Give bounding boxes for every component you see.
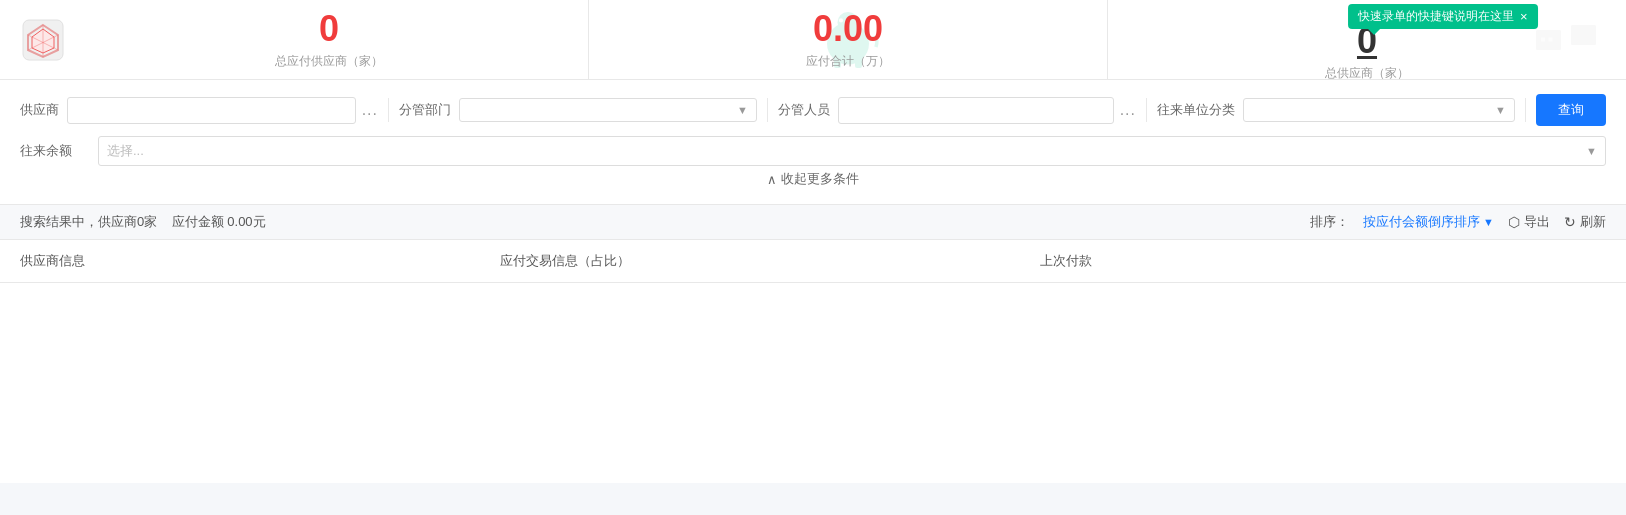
col-header-supplier: 供应商信息 [20, 252, 500, 270]
divider-4 [1525, 98, 1526, 122]
result-text: 搜索结果中，供应商0家 [20, 214, 157, 229]
payable-total-label: 应付合计（万） [806, 53, 890, 70]
top-stats-bar: 0 总应付供应商（家） 0.00 应付合计（万） 快速录单的快捷键说明在这里 × [0, 0, 1626, 80]
supplier-input[interactable] [67, 97, 356, 124]
dept-select[interactable]: ▼ [459, 98, 757, 122]
balance-chevron-icon: ▼ [1586, 145, 1597, 157]
dept-chevron-icon: ▼ [737, 104, 748, 116]
balance-label: 往来余额 [20, 142, 90, 160]
col-header-lastpay: 上次付款 [1040, 252, 1606, 270]
sort-label: 排序： [1310, 213, 1349, 231]
search-row-1: 供应商 ... 分管部门 ▼ 分管人员 ... 往来单位分类 ▼ [20, 94, 1606, 126]
collapse-row: ∧ 收起更多条件 [20, 166, 1606, 198]
payable-total-number: 0.00 [806, 9, 890, 49]
payable-suppliers-number: 0 [275, 9, 383, 49]
supplier-more-btn[interactable]: ... [362, 101, 378, 119]
divider-1 [388, 98, 389, 122]
tooltip-dot [1367, 0, 1375, 1]
search-row-2: 往来余额 选择... ▼ [20, 136, 1606, 166]
sort-value: 按应付会额倒序排序 [1363, 213, 1480, 231]
tooltip-bubble: 快速录单的快捷键说明在这里 × [1348, 4, 1538, 29]
total-suppliers-label: 总供应商（家） [1325, 65, 1409, 82]
collapse-label: 收起更多条件 [781, 170, 859, 188]
search-area: 供应商 ... 分管部门 ▼ 分管人员 ... 往来单位分类 ▼ [0, 80, 1626, 205]
balance-placeholder: 选择... [107, 142, 144, 160]
balance-select[interactable]: 选择... ▼ [98, 136, 1606, 166]
stat-total-suppliers: 快速录单的快捷键说明在这里 × 0 总供应商（家） [1108, 0, 1626, 79]
supplier-field: 供应商 ... [20, 97, 378, 124]
col-header-transaction: 应付交易信息（占比） [500, 252, 1040, 270]
result-info: 搜索结果中，供应商0家 应付金额 0.00元 [20, 213, 266, 231]
divider-3 [1146, 98, 1147, 122]
sort-chevron-icon: ▼ [1483, 216, 1494, 228]
collapse-chevron-up-icon: ∧ [767, 172, 777, 187]
tooltip-text: 快速录单的快捷键说明在这里 [1358, 8, 1514, 25]
data-table: 供应商信息 应付交易信息（占比） 上次付款 [0, 240, 1626, 483]
export-label: 导出 [1524, 213, 1550, 231]
sort-select[interactable]: 按应付会额倒序排序 ▼ [1363, 213, 1494, 231]
export-button[interactable]: ⬡ 导出 [1508, 213, 1550, 231]
suppliers-icon [1536, 20, 1596, 60]
tooltip-close-btn[interactable]: × [1520, 10, 1528, 23]
svg-rect-14 [1549, 37, 1553, 41]
unit-class-chevron-icon: ▼ [1495, 104, 1506, 116]
empty-area [0, 283, 1626, 483]
supplier-label: 供应商 [20, 101, 59, 119]
divider-2 [767, 98, 768, 122]
person-input[interactable] [838, 97, 1114, 124]
result-actions: 排序： 按应付会额倒序排序 ▼ ⬡ 导出 ↻ 刷新 [1310, 213, 1606, 231]
dept-label: 分管部门 [399, 101, 451, 119]
collapse-button[interactable]: ∧ 收起更多条件 [767, 170, 859, 188]
refresh-label: 刷新 [1580, 213, 1606, 231]
refresh-icon: ↻ [1564, 214, 1576, 230]
person-more-btn[interactable]: ... [1120, 101, 1136, 119]
query-button[interactable]: 查询 [1536, 94, 1606, 126]
unit-class-select[interactable]: ▼ [1243, 98, 1515, 122]
svg-rect-13 [1541, 37, 1545, 41]
unit-class-label: 往来单位分类 [1157, 101, 1235, 119]
person-label: 分管人员 [778, 101, 830, 119]
stat-payable-suppliers: 0 总应付供应商（家） [0, 0, 589, 79]
refresh-button[interactable]: ↻ 刷新 [1564, 213, 1606, 231]
result-amount: 应付金额 0.00元 [172, 214, 266, 229]
result-bar: 搜索结果中，供应商0家 应付金额 0.00元 排序： 按应付会额倒序排序 ▼ ⬡… [0, 205, 1626, 240]
logo-icon [18, 15, 68, 65]
svg-rect-12 [1571, 25, 1596, 45]
unit-class-field: 往来单位分类 ▼ [1157, 98, 1515, 122]
stat-payable-total: 0.00 应付合计（万） [589, 0, 1108, 79]
dept-field: 分管部门 ▼ [399, 98, 757, 122]
person-field: 分管人员 ... [778, 97, 1136, 124]
export-icon: ⬡ [1508, 214, 1520, 230]
table-header: 供应商信息 应付交易信息（占比） 上次付款 [0, 240, 1626, 283]
payable-suppliers-label: 总应付供应商（家） [275, 53, 383, 70]
